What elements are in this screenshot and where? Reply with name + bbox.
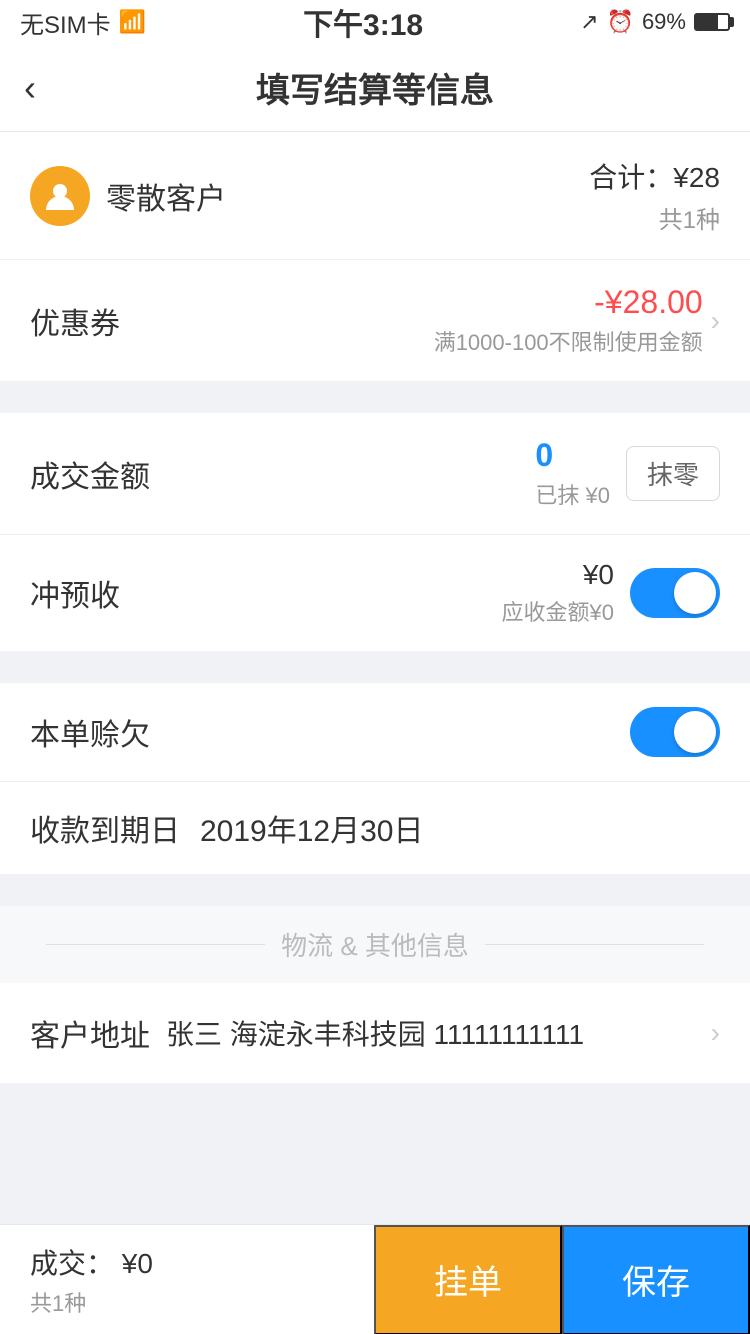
battery-icon — [694, 13, 730, 31]
status-time: 下午3:18 — [303, 0, 423, 44]
location-icon: ↗ — [580, 9, 598, 35]
debt-row: 本单赊欠 — [0, 683, 750, 781]
address-label: 客户地址 — [30, 1011, 150, 1055]
logistics-label: 物流 & 其他信息 — [281, 926, 469, 963]
avatar — [30, 166, 90, 226]
prepay-label: 冲预收 — [30, 571, 120, 615]
debt-toggle[interactable] — [630, 707, 720, 757]
address-row[interactable]: 客户地址 张三 海淀永丰科技园 11111111111 › — [0, 983, 750, 1083]
carrier-label: 无SIM卡 — [20, 5, 111, 40]
logistics-section: 物流 & 其他信息 客户地址 张三 海淀永丰科技园 11111111111 › — [0, 906, 750, 1083]
prepay-row: 冲预收 ¥0 应收金额¥0 — [0, 534, 750, 651]
address-value: 张三 海淀永丰科技园 11111111111 — [166, 1013, 711, 1053]
address-section: 客户地址 张三 海淀永丰科技园 11111111111 › — [0, 983, 750, 1083]
coupon-chevron-icon: › — [711, 305, 720, 337]
status-left: 无SIM卡 📶 — [20, 5, 146, 40]
total-amount: 合计：¥28 — [589, 156, 720, 196]
hang-button[interactable]: 挂单 — [374, 1225, 562, 1334]
battery-label: 69% — [642, 9, 686, 35]
address-chevron-icon: › — [711, 1017, 720, 1049]
separator-1 — [0, 397, 750, 413]
deal-right: 0 已抹 ¥0 抹零 — [535, 437, 720, 510]
coupon-row[interactable]: 优惠券 -¥28.00 满1000-100不限制使用金额 › — [0, 259, 750, 381]
content: 零散客户 合计：¥28 共1种 优惠券 -¥28.00 满1000-100不限制… — [0, 132, 750, 1209]
coupon-discount: -¥28.00 — [434, 284, 703, 321]
bottom-deal: 成交： ¥0 — [30, 1242, 344, 1282]
save-button[interactable]: 保存 — [562, 1225, 750, 1334]
bottom-count: 共1种 — [30, 1286, 344, 1318]
status-bar: 无SIM卡 📶 下午3:18 ↗ ⏰ 69% — [0, 0, 750, 44]
wifi-icon: 📶 — [119, 9, 146, 35]
bottom-deal-value: ¥0 — [122, 1248, 153, 1279]
customer-row: 零散客户 合计：¥28 共1种 — [0, 132, 750, 259]
total-count: 共1种 — [589, 200, 720, 235]
deal-label: 成交金额 — [30, 452, 150, 496]
separator-2 — [0, 667, 750, 683]
prepay-toggle[interactable] — [630, 568, 720, 618]
customer-name: 零散客户 — [106, 174, 226, 218]
prepay-amount: ¥0 — [502, 559, 614, 591]
bottom-bar: 成交： ¥0 共1种 挂单 保存 — [0, 1224, 750, 1334]
back-button[interactable]: ‹ — [24, 67, 36, 109]
customer-left: 零散客户 — [30, 166, 226, 226]
alarm-icon: ⏰ — [607, 9, 634, 35]
deal-row: 成交金额 0 已抹 ¥0 抹零 — [0, 413, 750, 534]
due-row: 收款到期日 2019年12月30日 — [0, 781, 750, 874]
bottom-left: 成交： ¥0 共1种 — [0, 1242, 374, 1318]
coupon-right: -¥28.00 满1000-100不限制使用金额 — [434, 284, 703, 357]
coupon-desc: 满1000-100不限制使用金额 — [434, 325, 703, 357]
prepay-right: ¥0 应收金额¥0 — [502, 559, 720, 627]
nav-bar: ‹ 填写结算等信息 — [0, 44, 750, 132]
coupon-label: 优惠券 — [30, 299, 120, 343]
deal-sub: 已抹 ¥0 — [535, 478, 610, 510]
due-label: 收款到期日 — [30, 806, 180, 850]
debt-label: 本单赊欠 — [30, 710, 150, 754]
logistics-divider: 物流 & 其他信息 — [0, 906, 750, 983]
customer-right: 合计：¥28 共1种 — [589, 156, 720, 235]
page-title: 填写结算等信息 — [256, 63, 494, 112]
prepay-values: ¥0 应收金额¥0 — [502, 559, 614, 627]
status-right: ↗ ⏰ 69% — [580, 9, 730, 35]
bottom-deal-label: 成交： — [30, 1248, 114, 1279]
deal-value: 0 — [535, 437, 610, 474]
separator-3 — [0, 890, 750, 906]
debt-section: 本单赊欠 收款到期日 2019年12月30日 — [0, 683, 750, 874]
due-value: 2019年12月30日 — [200, 806, 423, 850]
rub-zero-button[interactable]: 抹零 — [626, 446, 720, 501]
deal-section: 成交金额 0 已抹 ¥0 抹零 冲预收 ¥0 应收金额¥0 — [0, 413, 750, 651]
prepay-sub: 应收金额¥0 — [502, 595, 614, 627]
customer-section: 零散客户 合计：¥28 共1种 优惠券 -¥28.00 满1000-100不限制… — [0, 132, 750, 381]
